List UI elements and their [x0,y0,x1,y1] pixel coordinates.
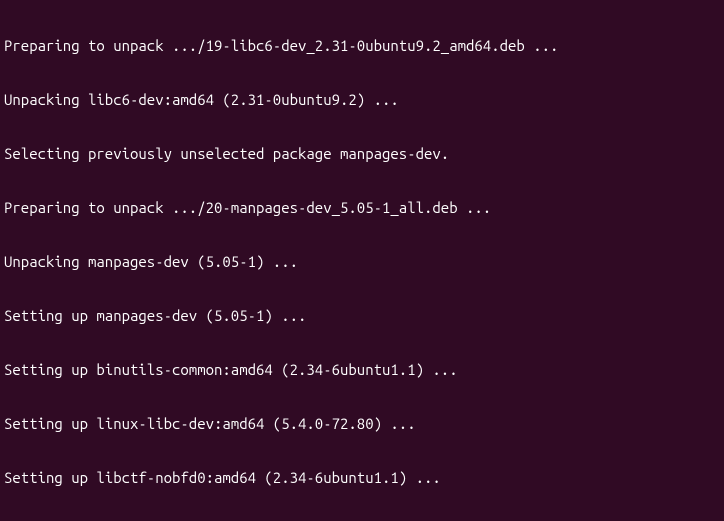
terminal-output[interactable]: Preparing to unpack .../19-libc6-dev_2.3… [0,0,724,521]
output-line: Preparing to unpack .../20-manpages-dev_… [4,199,720,217]
output-line: Selecting previously unselected package … [4,145,720,163]
output-line: Setting up linux-libc-dev:amd64 (5.4.0-7… [4,415,720,433]
output-line: Unpacking libc6-dev:amd64 (2.31-0ubuntu9… [4,91,720,109]
output-line: Setting up manpages-dev (5.05-1) ... [4,307,720,325]
output-line: Unpacking manpages-dev (5.05-1) ... [4,253,720,271]
output-line: Setting up binutils-common:amd64 (2.34-6… [4,361,720,379]
output-line: Preparing to unpack .../19-libc6-dev_2.3… [4,37,720,55]
output-line: Setting up libctf-nobfd0:amd64 (2.34-6ub… [4,469,720,487]
